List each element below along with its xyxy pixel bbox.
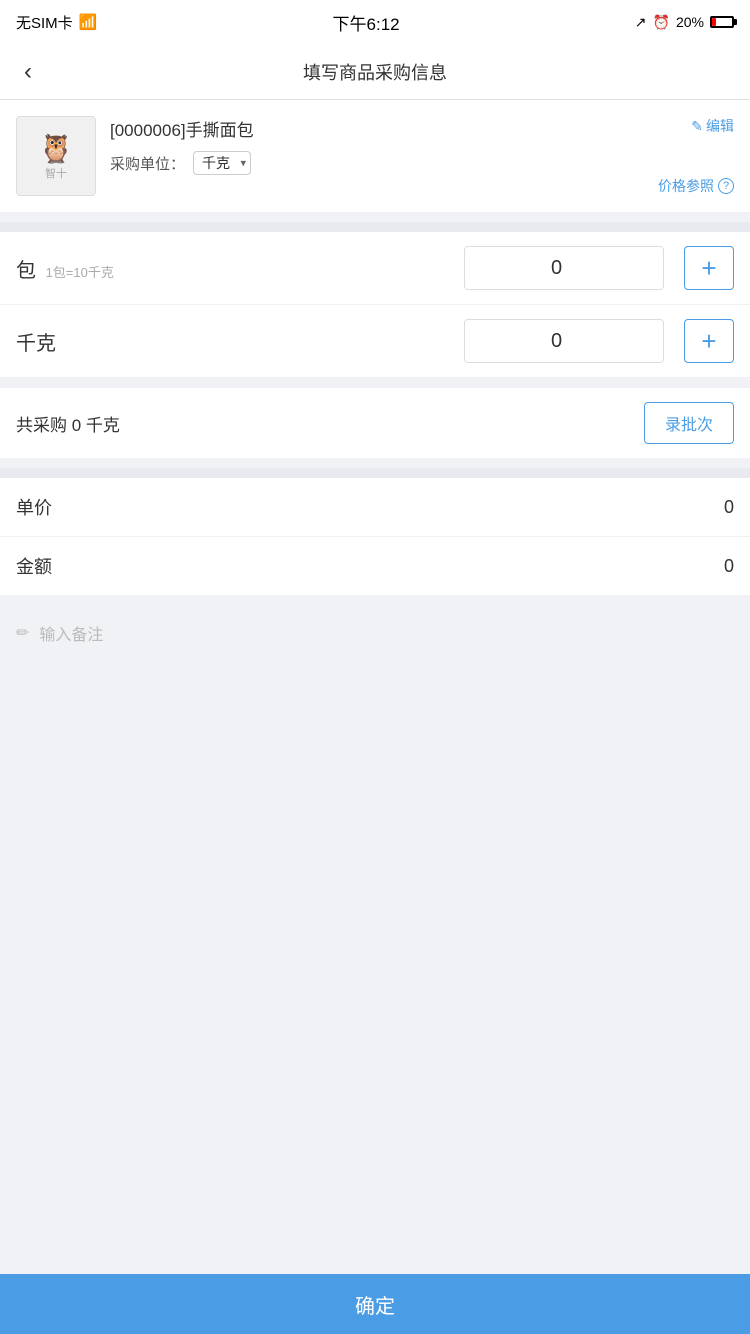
- unit-select[interactable]: 千克: [193, 151, 251, 175]
- unit-price-value: 0: [724, 497, 734, 518]
- status-bar: 无SIM卡 📶 下午6:12 ↗ ⏰ 20%: [0, 0, 750, 44]
- unit-price-row: 单价 0: [0, 478, 750, 537]
- amount-row: 金额 0: [0, 537, 750, 595]
- page-title: 填写商品采购信息: [303, 59, 447, 85]
- qty-plus-bao[interactable]: +: [684, 246, 734, 290]
- unit-price-label: 单价: [16, 494, 724, 520]
- quantity-row-kg: 千克 +: [0, 305, 750, 378]
- product-logo-owl: 🦉: [39, 132, 74, 165]
- price-ref-button[interactable]: 价格参照 ?: [658, 176, 734, 196]
- qty-sublabel-bao: 1包=10千克: [46, 265, 114, 280]
- qty-label-bao: 包 1包=10千克: [16, 254, 114, 283]
- product-card: 🦉 智十 [0000006]手撕面包 采购单位： 千克 ✎ 编辑 价格参照 ?: [0, 100, 750, 212]
- confirm-button[interactable]: 确定: [0, 1274, 750, 1334]
- product-info: [0000006]手撕面包 采购单位： 千克: [110, 116, 644, 175]
- amount-value: 0: [724, 556, 734, 577]
- qty-label-kg: 千克: [16, 327, 96, 356]
- status-time: 下午6:12: [333, 10, 400, 35]
- notes-area[interactable]: ✏ 输入备注: [0, 605, 750, 725]
- qty-input-bao[interactable]: [464, 246, 664, 290]
- nav-bar: ‹ 填写商品采购信息: [0, 44, 750, 100]
- carrier-label: 无SIM卡: [16, 12, 73, 33]
- divider-1: [0, 222, 750, 232]
- total-label: 共采购 0 千克: [16, 411, 644, 436]
- quantity-section: 包 1包=10千克 + 千克 +: [0, 232, 750, 378]
- product-name: [0000006]手撕面包: [110, 116, 644, 141]
- battery-percent: 20%: [676, 14, 704, 30]
- bottom-spacer: [0, 725, 750, 925]
- battery-icon: [710, 16, 734, 28]
- notes-placeholder: 输入备注: [39, 621, 103, 645]
- location-icon: ↗: [635, 14, 647, 31]
- status-right: ↗ ⏰ 20%: [635, 14, 734, 31]
- record-batch-button[interactable]: 录批次: [644, 402, 734, 444]
- edit-button[interactable]: ✎ 编辑: [691, 116, 734, 136]
- qty-input-kg[interactable]: [464, 319, 664, 363]
- unit-label: 采购单位：: [110, 153, 185, 174]
- edit-icon: ✎: [691, 118, 703, 135]
- unit-select-wrapper[interactable]: 千克: [193, 151, 251, 175]
- total-row: 共采购 0 千克 录批次: [0, 388, 750, 458]
- product-image: 🦉 智十: [16, 116, 96, 196]
- status-left: 无SIM卡 📶: [16, 12, 97, 33]
- price-section: 单价 0 金额 0: [0, 478, 750, 595]
- quantity-row-bao: 包 1包=10千克 +: [0, 232, 750, 305]
- price-ref-icon: ?: [718, 178, 734, 194]
- battery-fill: [712, 18, 716, 26]
- amount-label: 金额: [16, 553, 724, 579]
- pencil-icon: ✏: [16, 623, 29, 643]
- edit-label: 编辑: [706, 116, 734, 136]
- product-actions: ✎ 编辑 价格参照 ?: [658, 116, 734, 196]
- wifi-icon: 📶: [79, 13, 98, 31]
- product-unit-row: 采购单位： 千克: [110, 151, 644, 175]
- alarm-icon: ⏰: [653, 14, 670, 31]
- price-ref-label: 价格参照: [658, 176, 714, 196]
- divider-2: [0, 468, 750, 478]
- qty-plus-kg[interactable]: +: [684, 319, 734, 363]
- back-button[interactable]: ‹: [16, 50, 40, 94]
- product-logo-text: 智十: [39, 165, 74, 181]
